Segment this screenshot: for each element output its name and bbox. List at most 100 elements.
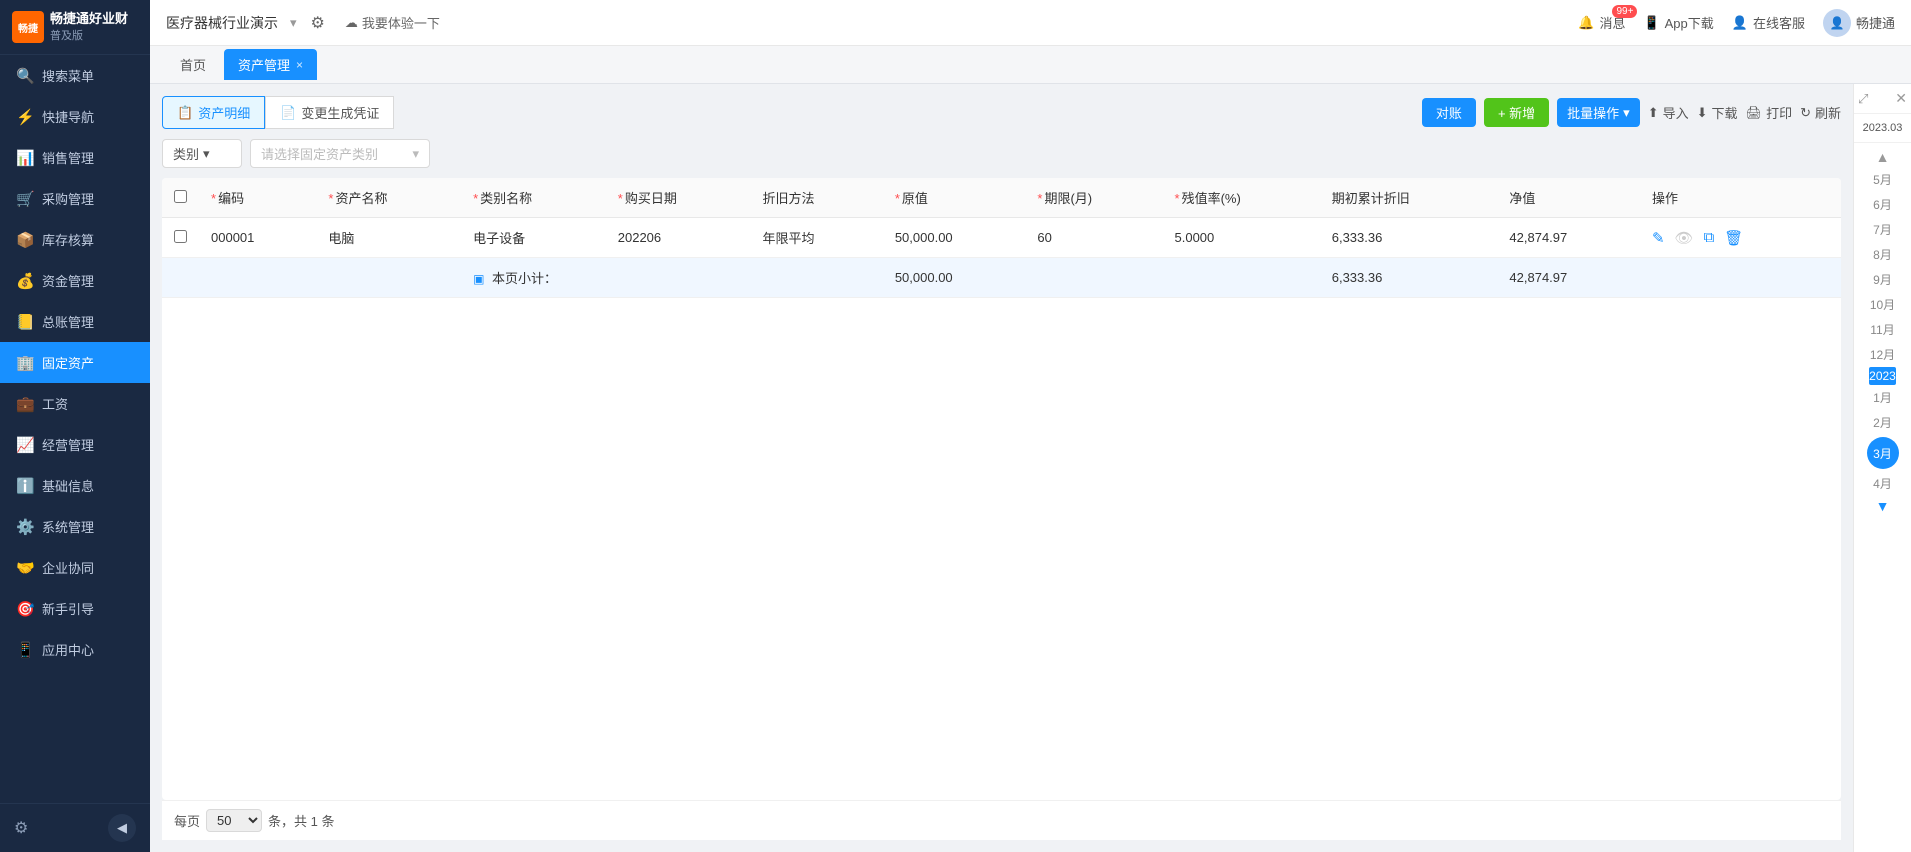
logo-icon: 畅捷 xyxy=(12,11,44,43)
cloud-icon: ☁ xyxy=(345,15,358,31)
calendar-nav-down[interactable]: ▼ xyxy=(1874,496,1892,516)
sidebar-icon-sales: 📊 xyxy=(16,149,34,167)
download-button[interactable]: ⬇ 下载 xyxy=(1697,98,1738,127)
sidebar-item-payroll[interactable]: 💼 工资 xyxy=(0,383,150,424)
delete-icon[interactable]: 🗑 xyxy=(1724,229,1743,247)
settings-icon[interactable]: ⚙ xyxy=(14,818,28,838)
calendar-month-curr[interactable]: 3月 xyxy=(1867,437,1899,469)
header-settings-icon[interactable]: ⚙ xyxy=(311,13,325,33)
sidebar-item-basic-info[interactable]: ℹ️基础信息 xyxy=(0,465,150,506)
category-filter-select[interactable]: 类别 ▾ xyxy=(162,139,242,168)
asset-detail-icon: 📋 xyxy=(177,105,193,121)
view-icon[interactable]: 👁 xyxy=(1675,229,1694,247)
company-name: 医疗器械行业演示 xyxy=(166,13,278,33)
sidebar-item-fixed-assets[interactable]: 🏢固定资产 xyxy=(0,342,150,383)
copy-icon[interactable]: ⧉ xyxy=(1704,229,1715,247)
sidebar-item-purchase[interactable]: 🛒采购管理 xyxy=(0,178,150,219)
calendar-month-prev[interactable]: 7月 xyxy=(1873,217,1892,242)
experience-button[interactable]: ☁ 我要体验一下 xyxy=(345,13,440,32)
th-purchase-date: *购买日期 xyxy=(606,178,751,218)
row-actions: ✎ 👁 ⧉ 🗑 xyxy=(1640,218,1841,258)
row-accumulated-depreciation: 6,333.36 xyxy=(1320,218,1498,258)
batch-operation-button[interactable]: 批量操作 ▾ xyxy=(1557,98,1640,127)
sidebar-item-enterprise[interactable]: 🤝企业协同 xyxy=(0,547,150,588)
calendar-nav-up[interactable]: ▲ xyxy=(1874,147,1892,167)
calendar-year-curr[interactable]: 2023 xyxy=(1869,367,1896,385)
tab-close-icon[interactable]: × xyxy=(296,58,303,72)
sidebar-item-sales[interactable]: 📊 销售管理 xyxy=(0,137,150,178)
calendar-year-label: 2023.03 xyxy=(1863,122,1903,134)
avatar: 👤 xyxy=(1823,9,1851,37)
calendar-months-prev: ▲5月6月7月8月9月10月11月12月20231月2月3月4月▼ xyxy=(1854,147,1911,516)
sidebar-item-search[interactable]: 🔍搜索菜单 xyxy=(0,55,150,96)
sidebar-item-inventory[interactable]: 📦库存核算 xyxy=(0,219,150,260)
messages-button[interactable]: 🔔 消息 99+ xyxy=(1578,13,1625,32)
company-dropdown-icon[interactable]: ▾ xyxy=(290,15,297,31)
right-panel-expand-icon[interactable]: ⤢ xyxy=(1858,91,1868,107)
calendar-month-prev[interactable]: 8月 xyxy=(1873,242,1892,267)
calendar-month-prev[interactable]: 6月 xyxy=(1873,192,1892,217)
per-page-select[interactable]: 50 10 20 100 xyxy=(206,809,262,832)
right-panel-close-icon[interactable]: ✕ xyxy=(1895,90,1907,107)
sidebar-label-sales: 销售管理 xyxy=(42,148,94,167)
sidebar-icon-new-guide: 🎯 xyxy=(16,600,34,618)
service-icon: 👤 xyxy=(1732,15,1748,31)
calendar-month-curr[interactable]: 1月 xyxy=(1873,385,1892,410)
row-original-value: 50,000.00 xyxy=(883,218,1026,258)
th-depreciation-method: 折旧方法 xyxy=(750,178,882,218)
table-header-row: *编码 *资产名称 *类别名称 *购买日期 折旧方法 *原值 *期限(月) *残… xyxy=(162,178,1841,218)
sidebar-label-payroll: 工资 xyxy=(42,394,68,413)
sidebar-item-funds[interactable]: 💰资金管理 xyxy=(0,260,150,301)
app-download-button[interactable]: 📱 App下载 xyxy=(1643,13,1713,32)
sidebar-label-inventory: 库存核算 xyxy=(42,230,94,249)
calendar-month-prev[interactable]: 12月 xyxy=(1870,342,1895,367)
sidebar-icon-payroll: 💼 xyxy=(16,395,34,413)
collapse-sidebar-button[interactable]: ◀ xyxy=(108,814,136,842)
sidebar-item-app-center[interactable]: 📱应用中心 xyxy=(0,629,150,670)
row-checkbox-cell[interactable] xyxy=(162,218,199,258)
tab-home[interactable]: 首页 xyxy=(166,49,220,80)
row-category: 电子设备 xyxy=(461,218,606,258)
new-button[interactable]: + 新增 xyxy=(1484,98,1549,127)
calendar-month-curr[interactable]: 2月 xyxy=(1873,410,1892,435)
sidebar-item-system[interactable]: ⚙️系统管理 xyxy=(0,506,150,547)
calendar-month-prev[interactable]: 9月 xyxy=(1873,267,1892,292)
sidebar-item-quick-nav[interactable]: ⚡快捷导航 xyxy=(0,96,150,137)
sidebar-item-operations[interactable]: 📈经营管理 xyxy=(0,424,150,465)
calendar-month-prev[interactable]: 11月 xyxy=(1870,317,1894,342)
import-button[interactable]: ⬆ 导入 xyxy=(1648,98,1689,127)
calendar-month-prev[interactable]: 10月 xyxy=(1870,292,1895,317)
sidebar-label-quick-nav: 快捷导航 xyxy=(42,107,94,126)
select-all-header[interactable] xyxy=(162,178,199,218)
refresh-icon: ↻ xyxy=(1800,105,1811,121)
edit-icon[interactable]: ✎ xyxy=(1652,229,1665,247)
sidebar-label-app-center: 应用中心 xyxy=(42,640,94,659)
sidebar-label-new-guide: 新手引导 xyxy=(42,599,94,618)
th-residual-rate: *残值率(%) xyxy=(1163,178,1320,218)
asset-category-select[interactable]: 请选择固定资产类别 ▾ xyxy=(250,139,430,168)
th-accumulated-depreciation: 期初累计折旧 xyxy=(1320,178,1498,218)
print-button[interactable]: 🖨 打印 xyxy=(1746,98,1793,127)
tab-asset-management[interactable]: 资产管理 × xyxy=(224,49,317,80)
user-profile[interactable]: 👤 畅捷通 xyxy=(1823,9,1895,37)
toolbar-buttons: 对账 + 新增 批量操作 ▾ ⬆ 导入 ⬇ 下载 🖨 xyxy=(1422,98,1841,127)
calendar-month-prev[interactable]: 5月 xyxy=(1873,167,1892,192)
filter-row: 类别 ▾ 请选择固定资产类别 ▾ xyxy=(162,139,1841,168)
sidebar-item-ledger[interactable]: 📒总账管理 xyxy=(0,301,150,342)
sidebar-icon-search: 🔍 xyxy=(16,67,34,85)
sidebar-icon-purchase: 🛒 xyxy=(16,190,34,208)
calendar-header[interactable]: 2023.03 xyxy=(1854,114,1911,143)
calendar-scroll[interactable]: ▲5月6月7月8月9月10月11月12月20231月2月3月4月▼ xyxy=(1854,143,1911,852)
sub-tab-asset-detail[interactable]: 📋 资产明细 xyxy=(162,96,265,129)
sidebar-item-new-guide[interactable]: 🎯 新手引导 xyxy=(0,588,150,629)
customer-service-button[interactable]: 👤 在线客服 xyxy=(1732,13,1805,32)
refresh-button[interactable]: ↻ 刷新 xyxy=(1800,98,1841,127)
download-icon: 📱 xyxy=(1643,15,1659,31)
row-purchase-date: 202206 xyxy=(606,218,751,258)
calendar-month-curr[interactable]: 4月 xyxy=(1873,471,1892,496)
sub-tab-change-voucher[interactable]: 📄 变更生成凭证 xyxy=(265,96,394,129)
reconcile-button[interactable]: 对账 xyxy=(1422,98,1476,127)
row-checkbox[interactable] xyxy=(174,230,187,243)
content-area: 📋 资产明细 📄 变更生成凭证 对账 + 新增 批量操作 ▾ ⬆ xyxy=(150,84,1911,852)
select-all-checkbox[interactable] xyxy=(174,190,187,203)
